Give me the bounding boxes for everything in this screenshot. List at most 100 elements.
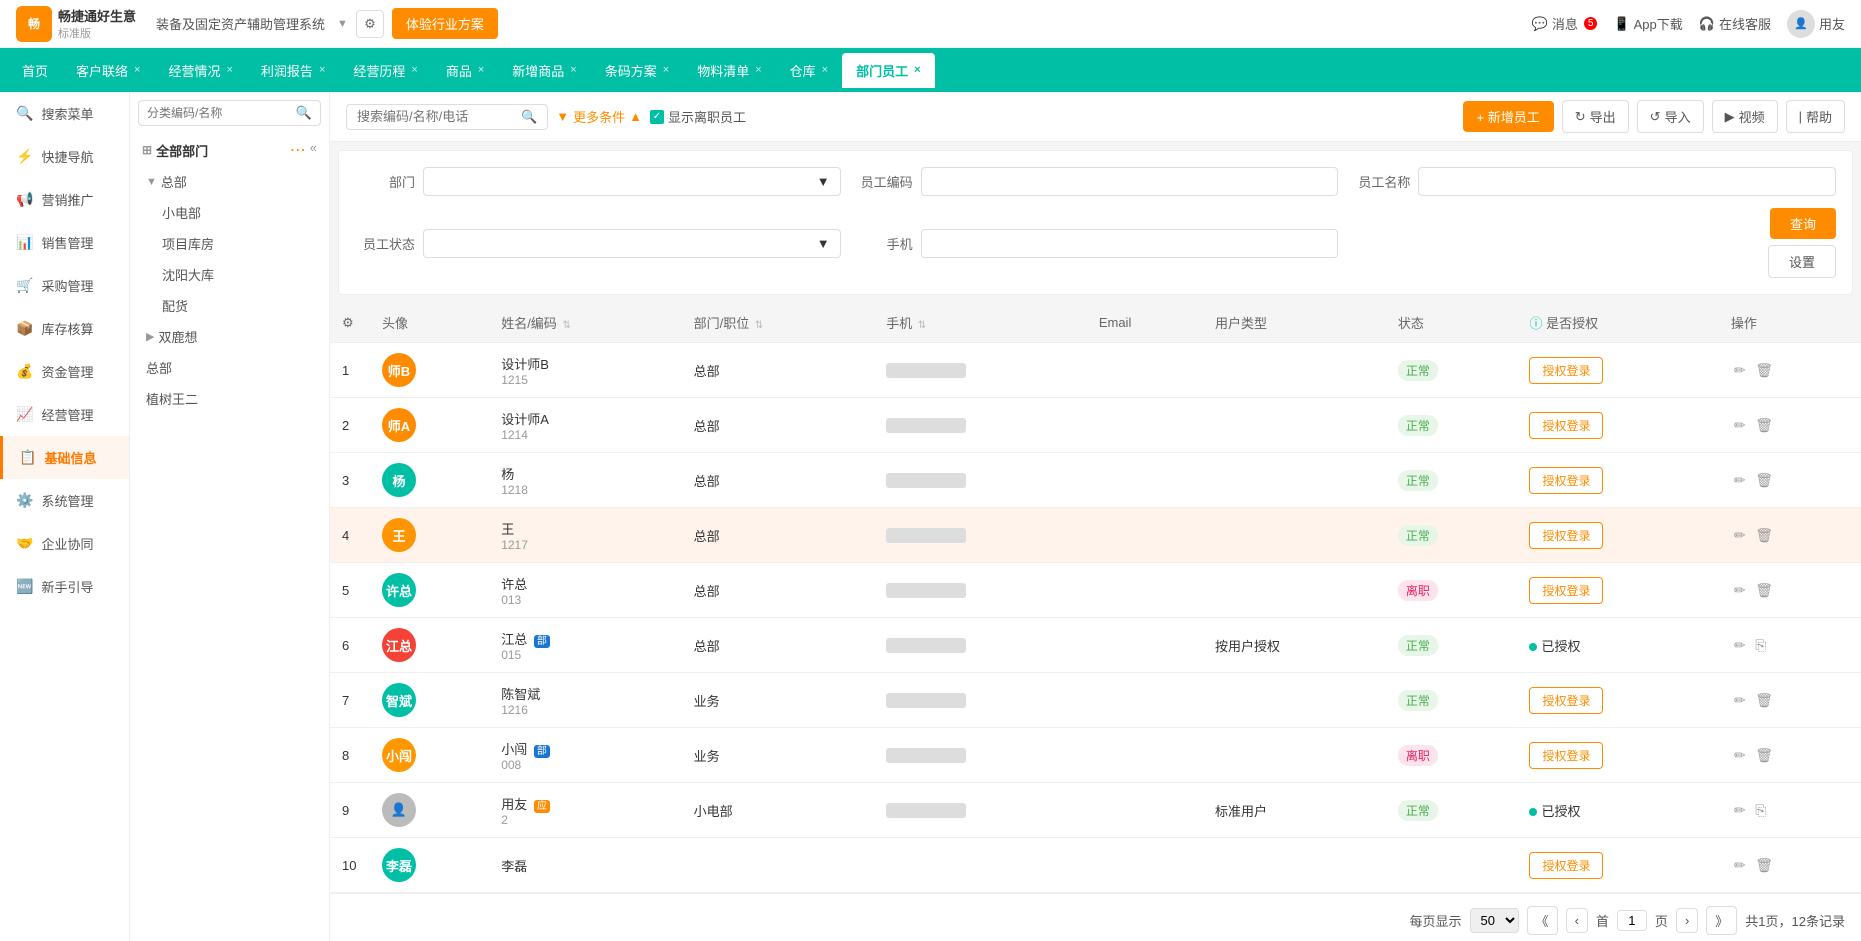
help-button[interactable]: | 帮助 (1786, 100, 1845, 133)
close-icon[interactable]: × (478, 64, 484, 76)
app-download-item[interactable]: 📱 App下载 (1613, 14, 1682, 33)
sidebar-item-basic[interactable]: 📋 基础信息 (0, 436, 129, 479)
status-select[interactable]: ▼ (423, 229, 841, 258)
dept-item-shenyang[interactable]: 沈阳大库 (154, 259, 321, 290)
dept-select[interactable]: ▼ (423, 167, 841, 196)
close-icon[interactable]: × (570, 64, 576, 76)
edit-icon[interactable]: ✏ (1734, 747, 1746, 763)
gear-button[interactable]: ⚙ (356, 10, 384, 38)
add-employee-button[interactable]: + 新增员工 (1463, 101, 1554, 132)
user-item[interactable]: 👤 用友 (1787, 10, 1845, 38)
more-filter-btn[interactable]: ▼ 更多条件 ▲ (556, 107, 642, 126)
prev-page-btn[interactable]: ‹ (1566, 908, 1588, 933)
col-phone[interactable]: 手机 ⇅ (874, 303, 1087, 343)
show-leave-toggle[interactable]: ✓ 显示离职员工 (650, 107, 746, 126)
delete-icon[interactable]: 🗑 (1755, 582, 1773, 598)
tab-add-goods[interactable]: 新增商品× (498, 53, 590, 88)
dept-item-head2[interactable]: 总部 (138, 352, 321, 383)
auth-button[interactable]: 授权登录 (1529, 412, 1603, 439)
import-button[interactable]: ↺ 导入 (1637, 100, 1704, 133)
edit-icon[interactable]: ✏ (1734, 527, 1746, 543)
auth-button[interactable]: 授权登录 (1529, 852, 1603, 879)
close-icon[interactable]: × (134, 64, 140, 76)
phone-input[interactable] (921, 229, 1339, 258)
tab-operation[interactable]: 经营情况× (154, 53, 246, 88)
customer-service-item[interactable]: 🎧 在线客服 (1699, 14, 1771, 33)
sidebar-item-system[interactable]: ⚙️ 系统管理 (0, 479, 129, 522)
next-page-btn[interactable]: › (1676, 908, 1698, 933)
dept-item-distribute[interactable]: 配货 (154, 290, 321, 321)
delete-icon[interactable]: 🗑 (1755, 417, 1773, 433)
auth-button[interactable]: 授权登录 (1529, 467, 1603, 494)
first-page-btn[interactable]: 《 (1527, 906, 1558, 935)
close-icon[interactable]: × (411, 64, 417, 76)
dept-search-box[interactable]: 🔍 (138, 100, 321, 126)
page-number-input[interactable] (1617, 910, 1647, 931)
tab-profit[interactable]: 利润报告× (247, 53, 339, 88)
delete-icon[interactable]: 🗑 (1755, 527, 1773, 543)
dept-item-planting[interactable]: 植树王二 (138, 383, 321, 414)
export-button[interactable]: ↻ 导出 (1562, 100, 1629, 133)
edit-icon[interactable]: ✏ (1734, 857, 1746, 873)
sidebar-item-guide[interactable]: 🆕 新手引导 (0, 565, 129, 608)
message-item[interactable]: 💬 消息 5 (1532, 14, 1598, 33)
dept-search-input[interactable] (147, 106, 296, 120)
dept-all-label[interactable]: ⊞ 全部部门 (142, 141, 208, 160)
search-input[interactable] (357, 109, 517, 124)
per-page-select[interactable]: 50 (1470, 908, 1519, 933)
sidebar-item-manage[interactable]: 📈 经营管理 (0, 393, 129, 436)
dept-collapse-icon[interactable]: « (310, 140, 317, 160)
auth-button[interactable]: 授权登录 (1529, 522, 1603, 549)
tab-home[interactable]: 首页 (8, 53, 62, 88)
delete-icon[interactable]: 🗑 (1755, 857, 1773, 873)
tab-customer[interactable]: 客户联络× (62, 53, 154, 88)
sidebar-item-search[interactable]: 🔍 搜索菜单 (0, 92, 129, 135)
dept-menu-icon[interactable]: ⋯ (290, 140, 306, 160)
edit-icon[interactable]: ✏ (1734, 582, 1746, 598)
sidebar-item-collab[interactable]: 🤝 企业协同 (0, 522, 129, 565)
emp-code-input[interactable] (921, 167, 1339, 196)
tab-bom[interactable]: 物料清单× (683, 53, 775, 88)
close-icon[interactable]: × (914, 64, 920, 76)
col-settings[interactable]: ⚙ (330, 303, 370, 343)
auth-button[interactable]: 授权登录 (1529, 742, 1603, 769)
last-page-btn[interactable]: 》 (1706, 906, 1737, 935)
delete-icon[interactable]: 🗑 (1755, 692, 1773, 708)
tab-goods[interactable]: 商品× (432, 53, 498, 88)
query-button[interactable]: 查询 (1770, 208, 1836, 239)
emp-name-input[interactable] (1418, 167, 1836, 196)
close-icon[interactable]: × (226, 64, 232, 76)
sidebar-item-purchase[interactable]: 🛒 采购管理 (0, 264, 129, 307)
sidebar-item-sales[interactable]: 📊 销售管理 (0, 221, 129, 264)
sidebar-item-nav[interactable]: ⚡ 快捷导航 (0, 135, 129, 178)
close-icon[interactable]: × (822, 64, 828, 76)
dept-item-shuanglu[interactable]: ▶ 双鹿想 (138, 321, 321, 352)
edit-icon[interactable]: ✏ (1734, 472, 1746, 488)
tab-history[interactable]: 经营历程× (339, 53, 431, 88)
tab-warehouse[interactable]: 仓库× (776, 53, 842, 88)
edit-icon[interactable]: ✏ (1734, 692, 1746, 708)
auth-button[interactable]: 授权登录 (1529, 357, 1603, 384)
edit-icon[interactable]: ✏ (1734, 362, 1746, 378)
close-icon[interactable]: × (755, 64, 761, 76)
edit-icon[interactable]: ✏ (1734, 637, 1746, 653)
edit-icon[interactable]: ✏ (1734, 802, 1746, 818)
view-button[interactable]: ▶ 视频 (1712, 100, 1778, 133)
auth-button[interactable]: 授权登录 (1529, 687, 1603, 714)
close-icon[interactable]: × (663, 64, 669, 76)
sidebar-item-inventory[interactable]: 📦 库存核算 (0, 307, 129, 350)
delete-icon[interactable]: 🗑 (1755, 747, 1773, 763)
tab-employees[interactable]: 部门员工× (842, 53, 934, 88)
col-name[interactable]: 姓名/编码 ⇅ (489, 303, 681, 343)
trial-button[interactable]: 体验行业方案 (392, 8, 498, 39)
sidebar-item-finance[interactable]: 💰 资金管理 (0, 350, 129, 393)
sidebar-item-marketing[interactable]: 📢 营销推广 (0, 178, 129, 221)
delete-icon[interactable]: 🗑 (1755, 472, 1773, 488)
tab-barcode[interactable]: 条码方案× (591, 53, 683, 88)
edit-icon[interactable]: ✏ (1734, 417, 1746, 433)
copy-icon[interactable]: ⎘ (1755, 637, 1766, 653)
dept-item-head[interactable]: ▼ 总部 (138, 166, 321, 197)
delete-icon[interactable]: 🗑 (1755, 362, 1773, 378)
dept-item-small-elec[interactable]: 小电部 (154, 197, 321, 228)
reset-button[interactable]: 设置 (1768, 245, 1836, 278)
